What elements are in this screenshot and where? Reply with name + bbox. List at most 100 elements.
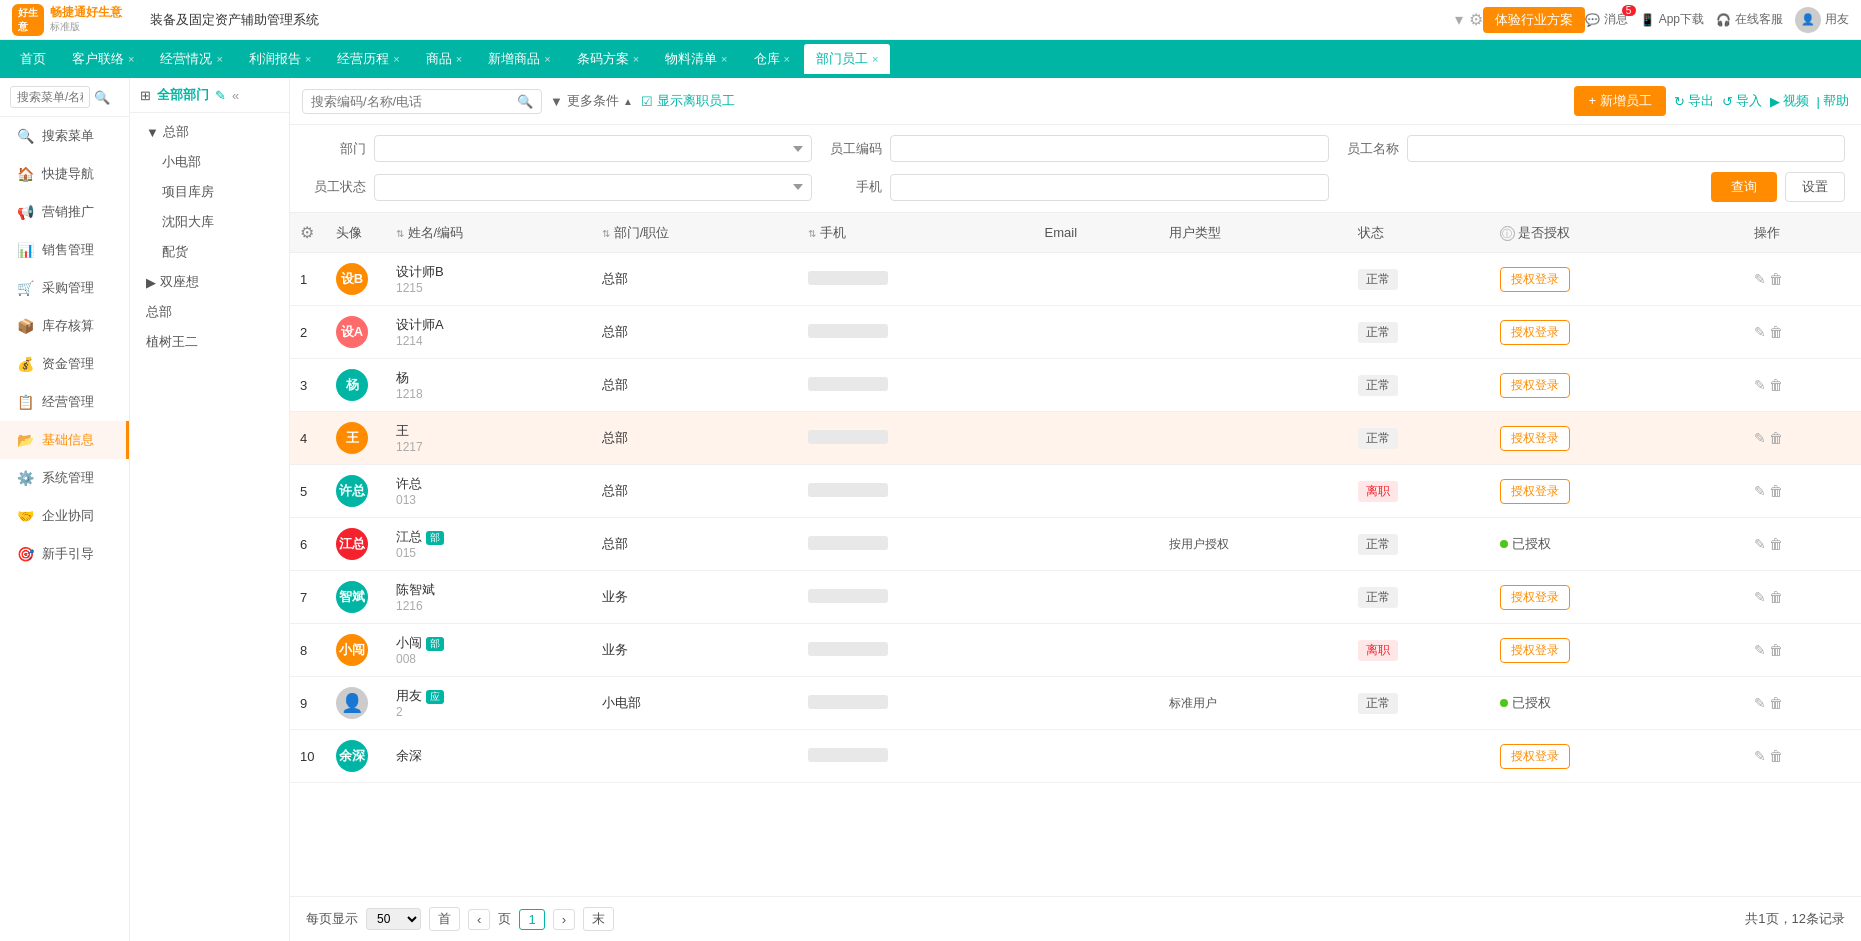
emp-code-filter-input[interactable]: [890, 135, 1328, 162]
auth-login-button[interactable]: 授权登录: [1500, 479, 1570, 504]
dept-node-zhishu[interactable]: 植树王二: [130, 327, 289, 357]
tab-operation[interactable]: 经营情况 ×: [148, 44, 234, 74]
per-page-select[interactable]: 50 100: [366, 908, 421, 930]
auth-login-button[interactable]: 授权登录: [1500, 373, 1570, 398]
edit-icon[interactable]: ✎: [1754, 748, 1766, 764]
tab-bom[interactable]: 物料清单 ×: [653, 44, 739, 74]
phone-filter-input[interactable]: [890, 174, 1328, 201]
delete-icon[interactable]: 🗑: [1769, 642, 1783, 658]
auth-info-icon[interactable]: ⓘ: [1500, 226, 1515, 241]
sidebar-item-marketing[interactable]: 📢 营销推广: [0, 193, 129, 231]
tab-goods[interactable]: 商品 ×: [414, 44, 474, 74]
tab-journey[interactable]: 经营历程 ×: [325, 44, 411, 74]
tab-add-goods[interactable]: 新增商品 ×: [476, 44, 562, 74]
import-button[interactable]: ↺ 导入: [1722, 92, 1762, 110]
tab-warehouse[interactable]: 仓库 ×: [742, 44, 802, 74]
tab-home[interactable]: 首页: [8, 44, 58, 74]
dept-node-xiaodian[interactable]: 小电部: [154, 147, 289, 177]
sidebar-item-nav[interactable]: 🏠 快捷导航: [0, 155, 129, 193]
show-resign-checkbox[interactable]: ☑ 显示离职员工: [641, 92, 735, 110]
online-service-button[interactable]: 🎧 在线客服: [1716, 11, 1783, 28]
delete-icon[interactable]: 🗑: [1769, 483, 1783, 499]
sidebar-item-inventory[interactable]: 📦 库存核算: [0, 307, 129, 345]
status-filter-select[interactable]: [374, 174, 812, 201]
next-page-button[interactable]: ›: [553, 909, 575, 930]
more-filter-button[interactable]: ▼ 更多条件 ▲: [550, 92, 633, 110]
edit-icon[interactable]: ✎: [1754, 589, 1766, 605]
auth-login-button[interactable]: 授权登录: [1500, 426, 1570, 451]
edit-icon[interactable]: ✎: [1754, 695, 1766, 711]
delete-icon[interactable]: 🗑: [1769, 271, 1783, 287]
delete-icon[interactable]: 🗑: [1769, 536, 1783, 552]
delete-icon[interactable]: 🗑: [1769, 377, 1783, 393]
tab-close-icon[interactable]: ×: [872, 53, 878, 65]
edit-icon[interactable]: ✎: [1754, 536, 1766, 552]
col-settings-icon[interactable]: ⚙: [300, 224, 314, 241]
tab-close-icon[interactable]: ×: [633, 53, 639, 65]
delete-icon[interactable]: 🗑: [1769, 695, 1783, 711]
delete-icon[interactable]: 🗑: [1769, 589, 1783, 605]
dept-node-peiho[interactable]: 配货: [154, 237, 289, 267]
sidebar-item-basic[interactable]: 📂 基础信息: [0, 421, 129, 459]
tab-close-icon[interactable]: ×: [393, 53, 399, 65]
auth-login-button[interactable]: 授权登录: [1500, 638, 1570, 663]
edit-icon[interactable]: ✎: [1754, 324, 1766, 340]
set-button[interactable]: 设置: [1785, 172, 1845, 202]
tab-close-icon[interactable]: ×: [456, 53, 462, 65]
trial-button[interactable]: 体验行业方案: [1483, 7, 1585, 33]
app-download-button[interactable]: 📱 App下载: [1640, 11, 1704, 28]
dept-node-shuangzuo[interactable]: ▶ 双座想: [130, 267, 289, 297]
delete-icon[interactable]: 🗑: [1769, 324, 1783, 340]
sidebar-item-purchase[interactable]: 🛒 采购管理: [0, 269, 129, 307]
sidebar-item-system[interactable]: ⚙️ 系统管理: [0, 459, 129, 497]
sidebar-item-collab[interactable]: 🤝 企业协同: [0, 497, 129, 535]
edit-icon[interactable]: ✎: [1754, 642, 1766, 658]
tab-close-icon[interactable]: ×: [216, 53, 222, 65]
export-button[interactable]: ↻ 导出: [1674, 92, 1714, 110]
delete-icon[interactable]: 🗑: [1769, 748, 1783, 764]
dept-collapse-icon[interactable]: «: [232, 88, 239, 103]
tab-employees[interactable]: 部门员工 ×: [804, 44, 890, 74]
help-button[interactable]: | 帮助: [1817, 92, 1849, 110]
dept-node-zongbu[interactable]: 总部: [130, 297, 289, 327]
tab-customer[interactable]: 客户联络 ×: [60, 44, 146, 74]
auth-login-button[interactable]: 授权登录: [1500, 267, 1570, 292]
tab-close-icon[interactable]: ×: [305, 53, 311, 65]
dept-filter-select[interactable]: [374, 135, 812, 162]
dropdown-arrow-icon[interactable]: ▾: [1455, 10, 1463, 29]
sidebar-search-input[interactable]: [10, 86, 90, 108]
tab-close-icon[interactable]: ×: [544, 53, 550, 65]
all-dept-label[interactable]: 全部部门: [157, 86, 209, 104]
emp-name-filter-input[interactable]: [1407, 135, 1845, 162]
tab-profit[interactable]: 利润报告 ×: [237, 44, 323, 74]
dept-edit-icon[interactable]: ✎: [215, 88, 226, 103]
sidebar-item-guide[interactable]: 🎯 新手引导: [0, 535, 129, 573]
sidebar-item-sales[interactable]: 📊 销售管理: [0, 231, 129, 269]
dept-node-shenyang[interactable]: 沈阳大库: [154, 207, 289, 237]
tab-close-icon[interactable]: ×: [784, 53, 790, 65]
query-button[interactable]: 查询: [1711, 172, 1777, 202]
dept-node-general[interactable]: ▼ 总部: [130, 117, 289, 147]
tab-close-icon[interactable]: ×: [721, 53, 727, 65]
edit-icon[interactable]: ✎: [1754, 483, 1766, 499]
last-page-button[interactable]: 末: [583, 907, 614, 931]
settings-icon[interactable]: ⚙: [1469, 10, 1483, 29]
delete-icon[interactable]: 🗑: [1769, 430, 1783, 446]
message-button[interactable]: 💬 消息 5: [1585, 11, 1628, 28]
tab-barcode[interactable]: 条码方案 ×: [565, 44, 651, 74]
edit-icon[interactable]: ✎: [1754, 377, 1766, 393]
edit-icon[interactable]: ✎: [1754, 271, 1766, 287]
auth-login-button[interactable]: 授权登录: [1500, 320, 1570, 345]
search-input[interactable]: [311, 94, 511, 109]
current-page-number[interactable]: 1: [519, 909, 544, 930]
tab-close-icon[interactable]: ×: [128, 53, 134, 65]
auth-login-button[interactable]: 授权登录: [1500, 744, 1570, 769]
prev-page-button[interactable]: ‹: [468, 909, 490, 930]
sidebar-item-operation[interactable]: 📋 经营管理: [0, 383, 129, 421]
edit-icon[interactable]: ✎: [1754, 430, 1766, 446]
view-button[interactable]: ▶ 视频: [1770, 92, 1809, 110]
auth-login-button[interactable]: 授权登录: [1500, 585, 1570, 610]
add-employee-button[interactable]: + 新增员工: [1574, 86, 1665, 116]
sidebar-item-finance[interactable]: 💰 资金管理: [0, 345, 129, 383]
user-area[interactable]: 👤 用友: [1795, 7, 1849, 33]
